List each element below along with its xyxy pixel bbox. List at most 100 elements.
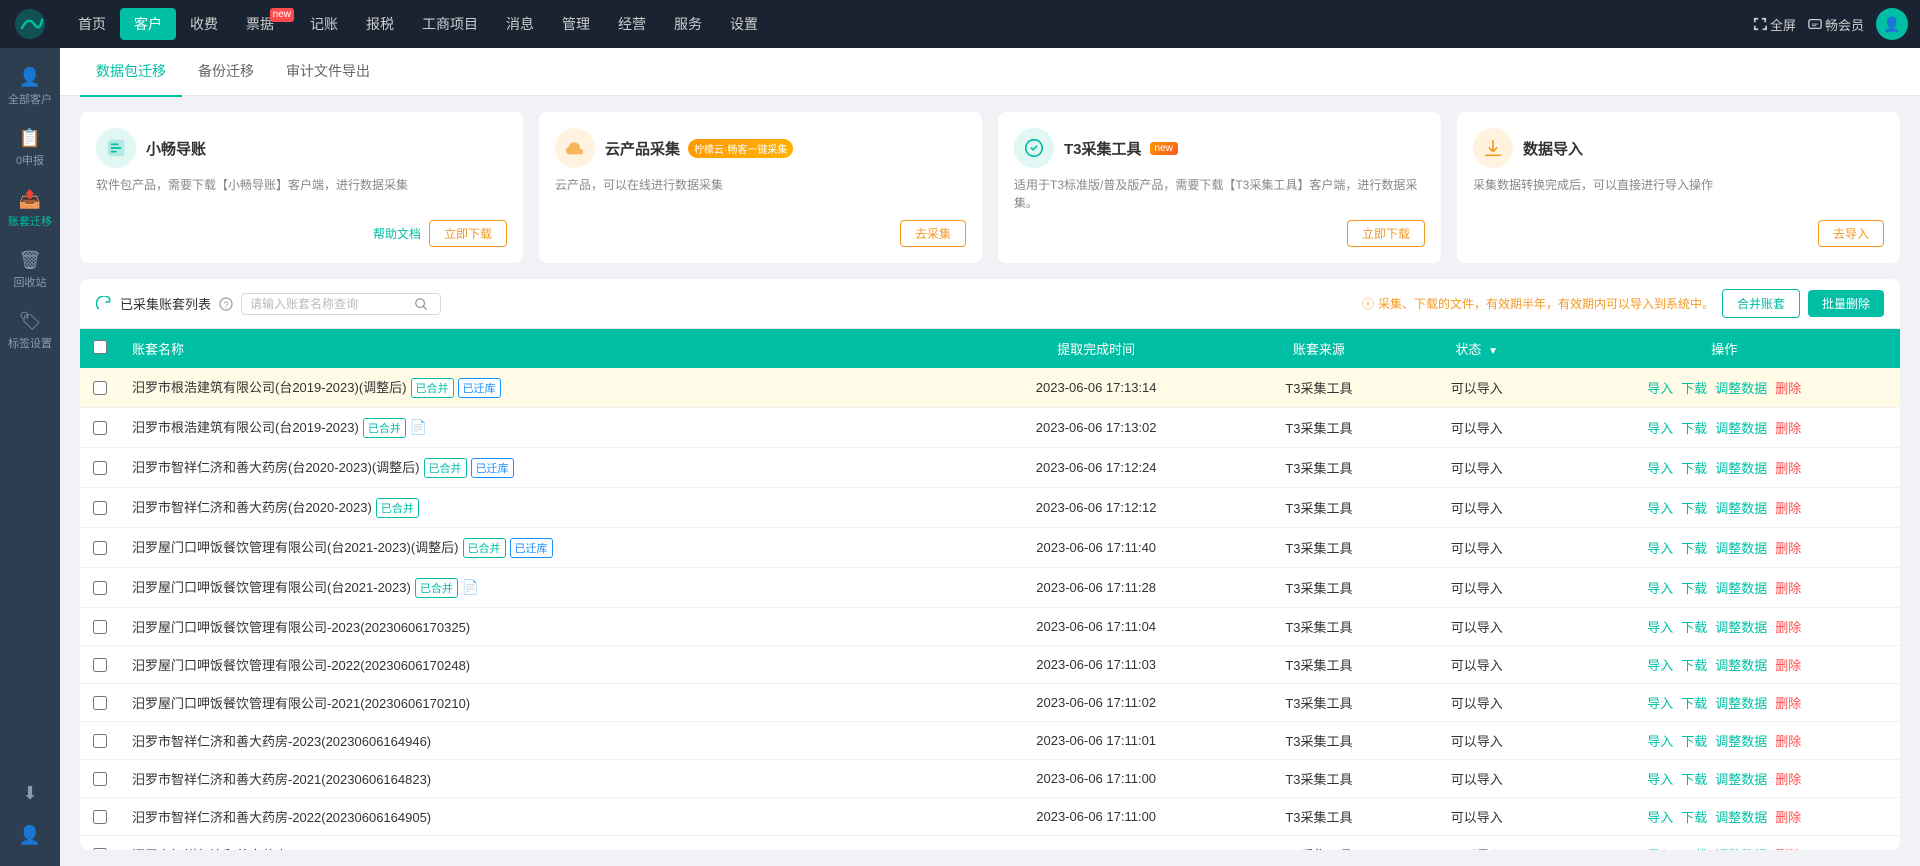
download-btn-t3[interactable]: 立即下载: [1347, 220, 1425, 247]
row-checkbox[interactable]: [93, 461, 107, 475]
delete-action[interactable]: 删除: [1775, 581, 1801, 596]
file-icon[interactable]: 📄: [410, 419, 427, 435]
tab-backup-migration[interactable]: 备份迁移: [182, 48, 270, 97]
row-checkbox[interactable]: [93, 658, 107, 672]
delete-action[interactable]: 删除: [1775, 541, 1801, 556]
delete-action[interactable]: 删除: [1775, 381, 1801, 396]
nav-operation[interactable]: 经营: [604, 8, 660, 40]
row-checkbox[interactable]: [93, 810, 107, 824]
file-icon[interactable]: 📄: [462, 579, 479, 595]
delete-action[interactable]: 删除: [1775, 734, 1801, 749]
import-action[interactable]: 导入: [1647, 461, 1673, 476]
import-action[interactable]: 导入: [1647, 696, 1673, 711]
download-action[interactable]: 下载: [1681, 541, 1707, 556]
row-checkbox[interactable]: [93, 734, 107, 748]
select-all-checkbox[interactable]: [93, 340, 107, 354]
download-action[interactable]: 下载: [1681, 381, 1707, 396]
download-action[interactable]: 下载: [1681, 421, 1707, 436]
member-btn[interactable]: 畅会员: [1808, 15, 1864, 34]
import-action[interactable]: 导入: [1647, 772, 1673, 787]
delete-action[interactable]: 删除: [1775, 810, 1801, 825]
row-checkbox[interactable]: [93, 772, 107, 786]
download-action[interactable]: 下载: [1681, 810, 1707, 825]
download-action[interactable]: 下载: [1681, 658, 1707, 673]
download-action[interactable]: 下载: [1681, 620, 1707, 635]
row-checkbox[interactable]: [93, 848, 107, 851]
import-action[interactable]: 导入: [1647, 848, 1673, 850]
batch-delete-btn[interactable]: 批量删除: [1808, 290, 1884, 317]
download-action[interactable]: 下载: [1681, 696, 1707, 711]
sidebar-item-recycle[interactable]: 🗑 回收站: [0, 239, 60, 300]
sidebar-item-zero-report[interactable]: 📋 0申报: [0, 117, 60, 178]
row-checkbox[interactable]: [93, 541, 107, 555]
sidebar-item-account-migration[interactable]: 📤 账套迁移: [0, 178, 60, 239]
nav-invoice[interactable]: 票据 new: [232, 8, 296, 40]
nav-message[interactable]: 消息: [492, 8, 548, 40]
tab-audit-export[interactable]: 审计文件导出: [270, 48, 386, 97]
adjust-action[interactable]: 调整数据: [1715, 381, 1767, 396]
download-action[interactable]: 下载: [1681, 734, 1707, 749]
delete-action[interactable]: 删除: [1775, 501, 1801, 516]
row-checkbox[interactable]: [93, 381, 107, 395]
adjust-action[interactable]: 调整数据: [1715, 461, 1767, 476]
tab-data-migration[interactable]: 数据包迁移: [80, 48, 182, 97]
download-action[interactable]: 下载: [1681, 581, 1707, 596]
nav-service[interactable]: 服务: [660, 8, 716, 40]
adjust-action[interactable]: 调整数据: [1715, 620, 1767, 635]
delete-action[interactable]: 删除: [1775, 848, 1801, 850]
search-input[interactable]: [250, 297, 410, 311]
row-checkbox[interactable]: [93, 421, 107, 435]
nav-fee[interactable]: 收费: [176, 8, 232, 40]
goto-import-btn[interactable]: 去导入: [1818, 220, 1884, 247]
import-action[interactable]: 导入: [1647, 734, 1673, 749]
nav-business[interactable]: 工商项目: [408, 8, 492, 40]
row-checkbox[interactable]: [93, 620, 107, 634]
import-action[interactable]: 导入: [1647, 381, 1673, 396]
adjust-action[interactable]: 调整数据: [1715, 581, 1767, 596]
sidebar-item-download[interactable]: ⬇: [0, 772, 60, 814]
import-action[interactable]: 导入: [1647, 501, 1673, 516]
adjust-action[interactable]: 调整数据: [1715, 734, 1767, 749]
th-status[interactable]: 状态 ▼: [1405, 329, 1549, 368]
adjust-action[interactable]: 调整数据: [1715, 658, 1767, 673]
nav-home[interactable]: 首页: [64, 8, 120, 40]
download-action[interactable]: 下载: [1681, 772, 1707, 787]
help-doc-link[interactable]: 帮助文档: [373, 225, 421, 242]
download-action[interactable]: 下载: [1681, 501, 1707, 516]
adjust-action[interactable]: 调整数据: [1715, 848, 1767, 850]
sidebar-item-all-clients[interactable]: 👤 全部客户: [0, 56, 60, 117]
adjust-action[interactable]: 调整数据: [1715, 696, 1767, 711]
nav-settings[interactable]: 设置: [716, 8, 772, 40]
delete-action[interactable]: 删除: [1775, 421, 1801, 436]
merge-account-btn[interactable]: 合并账套: [1722, 289, 1800, 318]
import-action[interactable]: 导入: [1647, 810, 1673, 825]
adjust-action[interactable]: 调整数据: [1715, 772, 1767, 787]
nav-bookkeeping[interactable]: 记账: [296, 8, 352, 40]
import-action[interactable]: 导入: [1647, 581, 1673, 596]
adjust-action[interactable]: 调整数据: [1715, 810, 1767, 825]
row-checkbox[interactable]: [93, 501, 107, 515]
fullscreen-btn[interactable]: 全屏: [1753, 15, 1796, 34]
adjust-action[interactable]: 调整数据: [1715, 541, 1767, 556]
delete-action[interactable]: 删除: [1775, 772, 1801, 787]
delete-action[interactable]: 删除: [1775, 658, 1801, 673]
nav-client[interactable]: 客户: [120, 8, 176, 40]
adjust-action[interactable]: 调整数据: [1715, 421, 1767, 436]
sidebar-item-user[interactable]: 👤: [0, 814, 60, 856]
delete-action[interactable]: 删除: [1775, 620, 1801, 635]
import-action[interactable]: 导入: [1647, 421, 1673, 436]
adjust-action[interactable]: 调整数据: [1715, 501, 1767, 516]
nav-tax[interactable]: 报税: [352, 8, 408, 40]
table-scroll[interactable]: 账套名称 提取完成时间 账套来源 状态 ▼ 操作 汨罗市根浩建筑有限公司(台20…: [80, 329, 1900, 850]
search-icon[interactable]: [414, 297, 428, 311]
import-action[interactable]: 导入: [1647, 658, 1673, 673]
delete-action[interactable]: 删除: [1775, 461, 1801, 476]
refresh-icon[interactable]: [96, 296, 112, 312]
download-action[interactable]: 下载: [1681, 461, 1707, 476]
row-checkbox[interactable]: [93, 581, 107, 595]
nav-manage[interactable]: 管理: [548, 8, 604, 40]
import-action[interactable]: 导入: [1647, 620, 1673, 635]
import-action[interactable]: 导入: [1647, 541, 1673, 556]
download-action[interactable]: 下载: [1681, 848, 1707, 850]
user-avatar[interactable]: 👤: [1876, 8, 1908, 40]
